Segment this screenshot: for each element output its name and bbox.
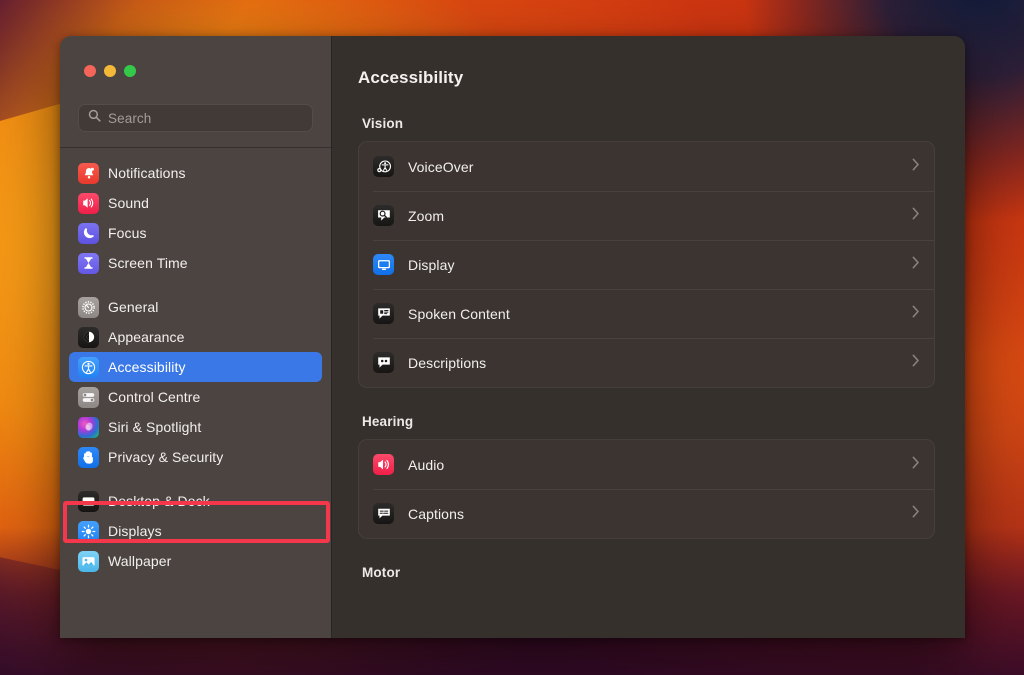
sidebar-list[interactable]: Notifications Sound xyxy=(60,148,331,638)
moon-icon xyxy=(78,223,99,244)
row-label: Audio xyxy=(408,457,912,473)
voiceover-icon xyxy=(373,156,394,177)
row-label: Spoken Content xyxy=(408,306,912,322)
search-placeholder: Search xyxy=(108,111,151,126)
hearing-card: Audio Captions xyxy=(358,439,935,539)
sidebar-item-label: Siri & Spotlight xyxy=(108,419,201,435)
sidebar-item-label: Appearance xyxy=(108,329,185,345)
sidebar-item-label: Screen Time xyxy=(108,255,188,271)
sliders-icon xyxy=(78,387,99,408)
sidebar-item-label: Notifications xyxy=(108,165,186,181)
section-header-vision: Vision xyxy=(362,116,935,131)
close-button[interactable] xyxy=(84,65,96,77)
chevron-right-icon xyxy=(912,256,920,274)
sidebar-item-label: Accessibility xyxy=(108,359,186,375)
sidebar-item-label: Focus xyxy=(108,225,147,241)
sidebar-item-screen-time[interactable]: Screen Time xyxy=(69,248,322,278)
row-display[interactable]: Display xyxy=(359,240,934,289)
sidebar-item-label: Displays xyxy=(108,523,162,539)
zoom-magnifier-icon xyxy=(373,205,394,226)
gear-icon xyxy=(78,297,99,318)
row-descriptions[interactable]: Descriptions xyxy=(359,338,934,387)
row-label: VoiceOver xyxy=(408,159,912,175)
sidebar-item-displays[interactable]: Displays xyxy=(69,516,322,546)
spoken-content-icon xyxy=(373,303,394,324)
sidebar-group-1: Notifications Sound xyxy=(69,158,322,278)
brightness-icon xyxy=(78,521,99,542)
sidebar-item-label: General xyxy=(108,299,159,315)
system-settings-window: Search Notifications xyxy=(60,36,965,638)
sidebar-item-accessibility[interactable]: Accessibility xyxy=(69,352,322,382)
siri-orb-icon xyxy=(78,417,99,438)
row-voiceover[interactable]: VoiceOver xyxy=(359,142,934,191)
sidebar-item-label: Desktop & Dock xyxy=(108,493,210,509)
content-pane: Accessibility Vision VoiceOver xyxy=(332,36,965,638)
hand-icon xyxy=(78,447,99,468)
sidebar-item-label: Sound xyxy=(108,195,149,211)
sidebar-item-focus[interactable]: Focus xyxy=(69,218,322,248)
captions-icon xyxy=(373,503,394,524)
chevron-right-icon xyxy=(912,207,920,225)
sidebar-item-siri-spotlight[interactable]: Siri & Spotlight xyxy=(69,412,322,442)
bell-icon xyxy=(78,163,99,184)
row-spoken-content[interactable]: Spoken Content xyxy=(359,289,934,338)
row-label: Display xyxy=(408,257,912,273)
sidebar-item-appearance[interactable]: Appearance xyxy=(69,322,322,352)
speaker-icon xyxy=(78,193,99,214)
chevron-right-icon xyxy=(912,354,920,372)
sidebar-item-wallpaper[interactable]: Wallpaper xyxy=(69,546,322,576)
chevron-right-icon xyxy=(912,158,920,176)
hourglass-icon xyxy=(78,253,99,274)
sidebar-group-2: General Appearance xyxy=(69,292,322,472)
chevron-right-icon xyxy=(912,456,920,474)
row-label: Zoom xyxy=(408,208,912,224)
chevron-right-icon xyxy=(912,305,920,323)
search-input[interactable]: Search xyxy=(78,104,313,132)
display-monitor-icon xyxy=(373,254,394,275)
audio-speaker-icon xyxy=(373,454,394,475)
sidebar-item-notifications[interactable]: Notifications xyxy=(69,158,322,188)
minimize-button[interactable] xyxy=(104,65,116,77)
sidebar-item-label: Control Centre xyxy=(108,389,200,405)
sidebar-item-control-centre[interactable]: Control Centre xyxy=(69,382,322,412)
row-zoom[interactable]: Zoom xyxy=(359,191,934,240)
window-controls xyxy=(60,36,331,94)
descriptions-icon xyxy=(373,352,394,373)
sidebar-item-label: Privacy & Security xyxy=(108,449,223,465)
page-title: Accessibility xyxy=(358,68,935,88)
sidebar-item-label: Wallpaper xyxy=(108,553,171,569)
section-header-hearing: Hearing xyxy=(362,414,935,429)
sidebar-item-privacy-security[interactable]: Privacy & Security xyxy=(69,442,322,472)
row-audio[interactable]: Audio xyxy=(359,440,934,489)
row-label: Descriptions xyxy=(408,355,912,371)
contrast-circle-icon xyxy=(78,327,99,348)
accessibility-person-icon xyxy=(78,357,99,378)
row-label: Captions xyxy=(408,506,912,522)
search-container: Search xyxy=(60,94,331,132)
sidebar-item-general[interactable]: General xyxy=(69,292,322,322)
search-icon xyxy=(88,109,101,127)
zoom-button[interactable] xyxy=(124,65,136,77)
sidebar-item-desktop-dock[interactable]: Desktop & Dock xyxy=(69,486,322,516)
section-header-motor: Motor xyxy=(362,565,935,580)
chevron-right-icon xyxy=(912,505,920,523)
sidebar-group-3: Desktop & Dock Displays xyxy=(69,486,322,576)
sidebar: Search Notifications xyxy=(60,36,332,638)
wallpaper-icon xyxy=(78,551,99,572)
row-captions[interactable]: Captions xyxy=(359,489,934,538)
desktop-dock-icon xyxy=(78,491,99,512)
vision-card: VoiceOver Zoom xyxy=(358,141,935,388)
sidebar-item-sound[interactable]: Sound xyxy=(69,188,322,218)
